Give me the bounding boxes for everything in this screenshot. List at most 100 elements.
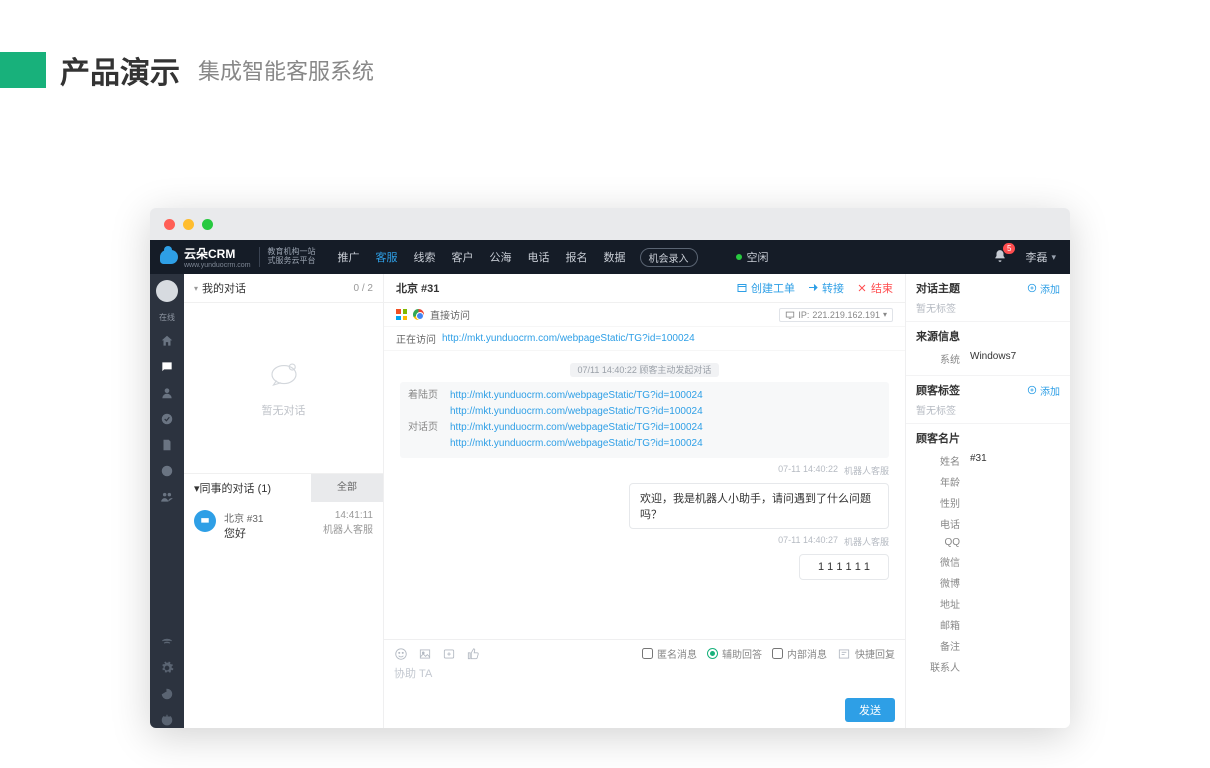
emoji-icon[interactable] <box>394 647 408 661</box>
status-dot-icon <box>736 254 742 260</box>
card-address[interactable]: 地址 <box>916 593 1060 614</box>
card-age[interactable]: 年龄 <box>916 471 1060 492</box>
power-icon[interactable] <box>159 712 175 728</box>
compose-area: 匿名消息 辅助回答 内部消息 快捷回复 发送 <box>384 639 905 728</box>
close-dot[interactable] <box>164 219 175 230</box>
internal-checkbox[interactable]: 内部消息 <box>772 646 827 661</box>
topic-empty: 暂无标签 <box>916 300 1060 315</box>
topic-title: 对话主题 <box>916 280 960 296</box>
agent-status[interactable]: 空闲 <box>736 249 769 265</box>
quick-reply-icon <box>837 647 851 661</box>
nav-pool[interactable]: 公海 <box>490 249 512 265</box>
visiting-link[interactable]: http://mkt.yunduocrm.com/webpageStatic/T… <box>442 333 695 344</box>
empty-state: 暂无对话 <box>184 303 383 473</box>
card-weibo[interactable]: 微博 <box>916 572 1060 593</box>
app-window: 云朵CRM www.yunduocrm.com 教育机构一站式服务云平台 推广 … <box>150 208 1070 728</box>
nav-leads[interactable]: 线索 <box>414 249 436 265</box>
plus-circle-icon <box>1027 283 1037 293</box>
refresh-icon[interactable] <box>159 686 175 702</box>
message-area: 07/11 14:40:22 顾客主动发起对话 着陆页 http://mkt.y… <box>384 351 905 639</box>
nav-pill-opportunity[interactable]: 机会录入 <box>640 248 698 267</box>
minimize-dot[interactable] <box>183 219 194 230</box>
card-gender[interactable]: 性别 <box>916 492 1060 513</box>
peer-conversations-header: ▾同事的对话 (1) 全部 <box>184 473 383 502</box>
nav-phone[interactable]: 电话 <box>528 249 550 265</box>
card-contact[interactable]: 联系人 <box>916 656 1060 677</box>
card-name[interactable]: 姓名#31 <box>916 450 1060 471</box>
add-topic-button[interactable]: 添加 <box>1027 281 1060 296</box>
session-divider: 07/11 14:40:22 顾客主动发起对话 <box>396 363 893 376</box>
accent-bar <box>0 52 46 88</box>
nav-customers[interactable]: 客户 <box>452 249 474 265</box>
mac-titlebar <box>150 208 1070 240</box>
quick-reply-button[interactable]: 快捷回复 <box>837 646 895 661</box>
group-icon[interactable] <box>159 489 175 505</box>
attachment-icon[interactable] <box>442 647 456 661</box>
chat-column: 北京 #31 创建工单 转接 结束 直接访问 IP: 221.219.162.1… <box>384 274 906 728</box>
add-tag-button[interactable]: 添加 <box>1027 383 1060 398</box>
nav-enroll[interactable]: 报名 <box>566 249 588 265</box>
msg-timestamp: 07-11 14:40:27机器人客服 <box>400 535 889 548</box>
notifications-button[interactable]: 5 <box>993 249 1007 266</box>
card-email[interactable]: 邮箱 <box>916 614 1060 635</box>
conversation-item[interactable]: 北京 #31 您好 14:41:11 机器人客服 <box>184 502 383 549</box>
nav-data[interactable]: 数据 <box>604 249 626 265</box>
user-menu[interactable]: 李磊 ▾ <box>1025 249 1056 265</box>
referrer-info-block: 着陆页 http://mkt.yunduocrm.com/webpageStat… <box>400 382 889 458</box>
source-title: 来源信息 <box>916 328 960 344</box>
dialog-link[interactable]: http://mkt.yunduocrm.com/webpageStatic/T… <box>450 420 703 436</box>
card-wechat[interactable]: 微信 <box>916 551 1060 572</box>
logo-brand: 云朵CRM <box>184 245 251 262</box>
card-phone[interactable]: 电话 <box>916 513 1060 534</box>
anonymous-checkbox[interactable]: 匿名消息 <box>642 646 697 661</box>
dialog-link[interactable]: http://mkt.yunduocrm.com/webpageStatic/T… <box>450 436 703 452</box>
my-conversations-header[interactable]: ▾我的对话 0 / 2 <box>184 274 383 303</box>
transfer-button[interactable]: 转接 <box>807 280 844 296</box>
create-ticket-button[interactable]: 创建工单 <box>736 280 795 296</box>
monitor-small-icon <box>785 310 795 320</box>
thumbs-up-icon[interactable] <box>466 647 480 661</box>
empty-chat-icon <box>266 358 302 394</box>
slide-header: 产品演示 集成智能客服系统 <box>0 48 1210 92</box>
chevron-down-icon: ▾ <box>1051 252 1056 263</box>
nav-service[interactable]: 客服 <box>376 249 398 265</box>
person-icon[interactable] <box>159 385 175 401</box>
check-circle-icon[interactable] <box>159 411 175 427</box>
card-qq[interactable]: QQ <box>916 534 1060 551</box>
landing-link[interactable]: http://mkt.yunduocrm.com/webpageStatic/T… <box>450 404 703 420</box>
rail-status: 在线 <box>159 312 175 323</box>
visiting-row: 正在访问 http://mkt.yunduocrm.com/webpageSta… <box>384 327 905 351</box>
maximize-dot[interactable] <box>202 219 213 230</box>
nav-promote[interactable]: 推广 <box>338 249 360 265</box>
home-icon[interactable] <box>159 333 175 349</box>
logo-block[interactable]: 云朵CRM www.yunduocrm.com 教育机构一站式服务云平台 <box>150 240 326 274</box>
my-conv-count: 0 / 2 <box>354 283 373 294</box>
gear-icon[interactable] <box>159 660 175 676</box>
end-button[interactable]: 结束 <box>856 280 893 296</box>
tab-all[interactable]: 全部 <box>311 474 383 502</box>
document-icon[interactable] <box>159 437 175 453</box>
user-avatar[interactable] <box>156 280 178 302</box>
chrome-icon <box>413 309 424 320</box>
pie-chart-icon[interactable] <box>159 463 175 479</box>
nav-items: 推广 客服 线索 客户 公海 电话 报名 数据 <box>338 249 626 265</box>
card-title: 顾客名片 <box>916 430 960 446</box>
chat-title: 北京 #31 <box>396 280 439 296</box>
ip-chip[interactable]: IP: 221.219.162.191 ▾ <box>779 308 893 322</box>
visitor-origin-row: 直接访问 IP: 221.219.162.191 ▾ <box>384 303 905 327</box>
send-button[interactable]: 发送 <box>845 698 895 722</box>
card-remark[interactable]: 备注 <box>916 635 1060 656</box>
assist-radio[interactable]: 辅助回答 <box>707 646 762 661</box>
notification-badge: 5 <box>1003 243 1015 254</box>
monitor-icon <box>194 510 216 532</box>
landing-link[interactable]: http://mkt.yunduocrm.com/webpageStatic/T… <box>450 388 703 404</box>
chat-icon[interactable] <box>159 359 175 375</box>
image-icon[interactable] <box>418 647 432 661</box>
logo-domain: www.yunduocrm.com <box>184 262 251 269</box>
wifi-icon[interactable] <box>159 634 175 650</box>
logo-tagline: 教育机构一站式服务云平台 <box>268 248 316 266</box>
bot-message: 欢迎，我是机器人小助手，请问遇到了什么问题吗？ <box>629 483 889 529</box>
slide-title: 产品演示 <box>60 48 180 92</box>
bot-message: 1 1 1 1 1 1 <box>799 554 889 580</box>
message-input[interactable] <box>394 661 895 693</box>
